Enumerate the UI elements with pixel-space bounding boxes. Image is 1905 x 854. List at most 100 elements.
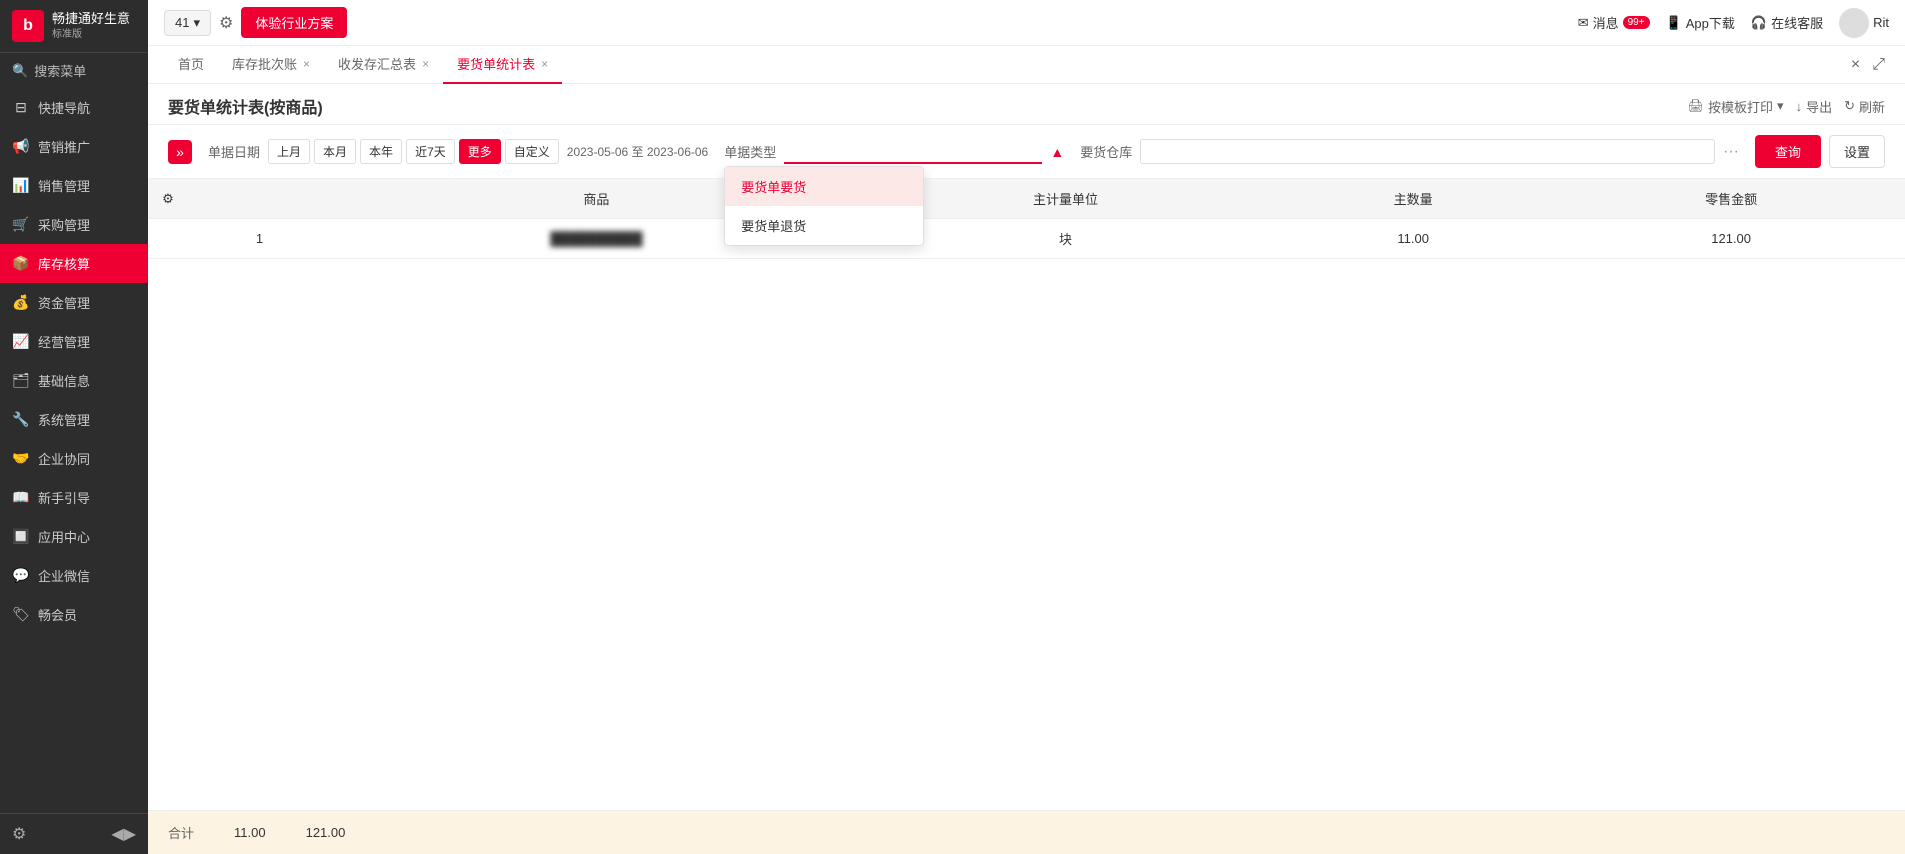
warehouse-filter-input[interactable] [1140,139,1715,164]
search-icon: 🔍 [12,63,28,79]
more-dates-button[interactable]: 更多 [459,139,501,164]
page-header: 要货单统计表(按商品) 🖨 按模板打印 ▾ ↓ 导出 ↻ 刷新 [148,84,1905,125]
logo-icon: b [12,10,44,42]
curr-month-button[interactable]: 本月 [314,139,356,164]
online-service-item[interactable]: 🎧 在线客服 [1751,13,1823,32]
tabs-bar: 首页 库存批次账 × 收发存汇总表 × 要货单统计表 × × ⤢ [148,46,1905,84]
filter-type-group: 单据类型 ▲ 要货单要货 要货单退货 [724,139,1064,164]
tab-home[interactable]: 首页 [164,46,218,84]
tab-stock-batch[interactable]: 库存批次账 × [218,46,324,84]
sidebar-item-wechat[interactable]: 💬 企业微信 [0,556,148,595]
tab-close-stock-batch[interactable]: × [303,57,310,71]
inventory-icon: 📦 [12,255,30,273]
sidebar-item-members[interactable]: 🏷 畅会员 [0,595,148,634]
expand-tab-button[interactable]: ⤢ [1868,52,1889,78]
sidebar-item-appstore[interactable]: 🔲 应用中心 [0,517,148,556]
sidebar-item-shortcut[interactable]: ⊟ 快捷导航 [0,88,148,127]
print-chevron-icon: ▾ [1777,98,1784,114]
type-input-wrap [784,139,1042,164]
sales-icon: 📊 [12,177,30,195]
dropdown-item-order-goods[interactable]: 要货单要货 [725,167,923,206]
export-icon: ↓ [1796,99,1803,114]
dropdown-item-order-return[interactable]: 要货单退货 [725,206,923,245]
message-icon: ✉ [1578,15,1589,31]
finance-icon: 💰 [12,294,30,312]
table-row: 1 ██████████ 块 11.00 121.00 [148,219,1905,259]
week7-button[interactable]: 近7天 [406,139,455,164]
type-chevron-up-icon[interactable]: ▲ [1050,144,1064,160]
trial-button[interactable]: 体验行业方案 [241,7,347,38]
page-title: 要货单统计表(按商品) [168,94,323,118]
column-settings-gear[interactable]: ⚙ [162,191,174,206]
tabs-actions: × ⤢ [1847,52,1889,78]
sidebar-bottom: ⚙ ◀▶ [0,813,148,854]
close-all-tabs-button[interactable]: × [1847,52,1864,78]
topbar-right: ✉ 消息 99+ 📱 App下载 🎧 在线客服 Rit [1578,8,1889,38]
filter-date-group: 单据日期 上月 本月 本年 近7天 更多 自定义 2023-05-06 至 20… [208,139,708,164]
row-settings-cell [148,219,188,259]
members-icon: 🏷 [12,606,30,624]
more-filter-icon[interactable]: ··· [1723,143,1739,161]
prev-month-button[interactable]: 上月 [268,139,310,164]
date-range-display: 2023-05-06 至 2023-06-06 [567,143,708,160]
row-qty-cell: 11.00 [1269,219,1557,259]
sidebar-item-marketing[interactable]: 📢 营销推广 [0,127,148,166]
system-icon: 🔧 [12,411,30,429]
topbar-left: 41 ▾ ⚙ 体验行业方案 [164,7,1566,38]
filter-bar: » 单据日期 上月 本月 本年 近7天 更多 自定义 2023-05-06 至 … [148,125,1905,179]
date-buttons: 上月 本月 本年 近7天 更多 自定义 [268,139,559,164]
app-download-item[interactable]: 📱 App下载 [1666,13,1735,32]
print-button[interactable]: 🖨 按模板打印 ▾ [1688,97,1784,116]
guide-icon: 📖 [12,489,30,507]
sidebar-item-system[interactable]: 🔧 系统管理 [0,400,148,439]
col-settings[interactable]: ⚙ [148,179,188,219]
tab-order-stats[interactable]: 要货单统计表 × [443,46,562,84]
data-table: ⚙ 商品 主计量单位 主数量 零售金额 1 ██████████ [148,179,1905,259]
logo-text: 畅捷通好生意 标准版 [52,11,130,41]
warehouse-filter-label: 要货仓库 [1080,142,1132,161]
filter-settings-button[interactable]: 设置 [1829,135,1885,168]
main-area: 41 ▾ ⚙ 体验行业方案 ✉ 消息 99+ 📱 App下载 🎧 在线客服 R [148,0,1905,854]
sidebar-item-operations[interactable]: 📈 经营管理 [0,322,148,361]
topbar-settings-icon[interactable]: ⚙ [219,13,233,33]
sidebar-item-finance[interactable]: 💰 资金管理 [0,283,148,322]
refresh-button[interactable]: ↻ 刷新 [1844,97,1885,116]
type-filter-input[interactable] [784,139,1042,164]
user-avatar-item[interactable]: Rit [1839,8,1889,38]
filter-expand-button[interactable]: » [168,140,192,164]
curr-year-button[interactable]: 本年 [360,139,402,164]
query-button[interactable]: 查询 [1755,135,1821,168]
footer-label: 合计 [168,823,194,842]
sidebar: b 畅捷通好生意 标准版 🔍 搜索菜单 ⊟ 快捷导航 📢 营销推广 📊 销售管理… [0,0,148,854]
tab-close-receivable[interactable]: × [422,57,429,71]
table-header-row: ⚙ 商品 主计量单位 主数量 零售金额 [148,179,1905,219]
tab-receivable[interactable]: 收发存汇总表 × [324,46,443,84]
sidebar-scroll: ⊟ 快捷导航 📢 营销推广 📊 销售管理 🛒 采购管理 📦 库存核算 💰 资金管… [0,88,148,813]
sidebar-item-guide[interactable]: 📖 新手引导 [0,478,148,517]
table-footer: 合计 11.00 121.00 [148,810,1905,854]
topbar: 41 ▾ ⚙ 体验行业方案 ✉ 消息 99+ 📱 App下载 🎧 在线客服 R [148,0,1905,46]
print-icon: 🖨 [1688,98,1705,114]
footer-amount: 121.00 [306,825,346,840]
info-icon: 🗂 [12,372,30,390]
sidebar-item-info[interactable]: 🗂 基础信息 [0,361,148,400]
export-button[interactable]: ↓ 导出 [1796,97,1833,116]
custom-date-button[interactable]: 自定义 [505,139,559,164]
appstore-icon: 🔲 [12,528,30,546]
store-selector[interactable]: 41 ▾ [164,10,211,36]
sidebar-item-inventory[interactable]: 📦 库存核算 [0,244,148,283]
messages-item[interactable]: ✉ 消息 99+ [1578,13,1650,32]
sidebar-search[interactable]: 🔍 搜索菜单 [0,53,148,88]
sidebar-item-sales[interactable]: 📊 销售管理 [0,166,148,205]
table-wrap: ⚙ 商品 主计量单位 主数量 零售金额 1 ██████████ [148,179,1905,810]
sidebar-settings-icon[interactable]: ⚙ [12,824,26,844]
type-dropdown: 要货单要货 要货单退货 [724,166,924,246]
sidebar-item-purchase[interactable]: 🛒 采购管理 [0,205,148,244]
refresh-icon: ↻ [1844,98,1855,114]
filter-actions: 查询 设置 [1755,135,1885,168]
tab-close-order-stats[interactable]: × [541,57,548,71]
sidebar-item-enterprise[interactable]: 🤝 企业协同 [0,439,148,478]
goods-name-blurred: ██████████ [550,231,642,246]
app-logo: b 畅捷通好生意 标准版 [0,0,148,53]
sidebar-collapse-icon[interactable]: ◀▶ [111,824,136,844]
